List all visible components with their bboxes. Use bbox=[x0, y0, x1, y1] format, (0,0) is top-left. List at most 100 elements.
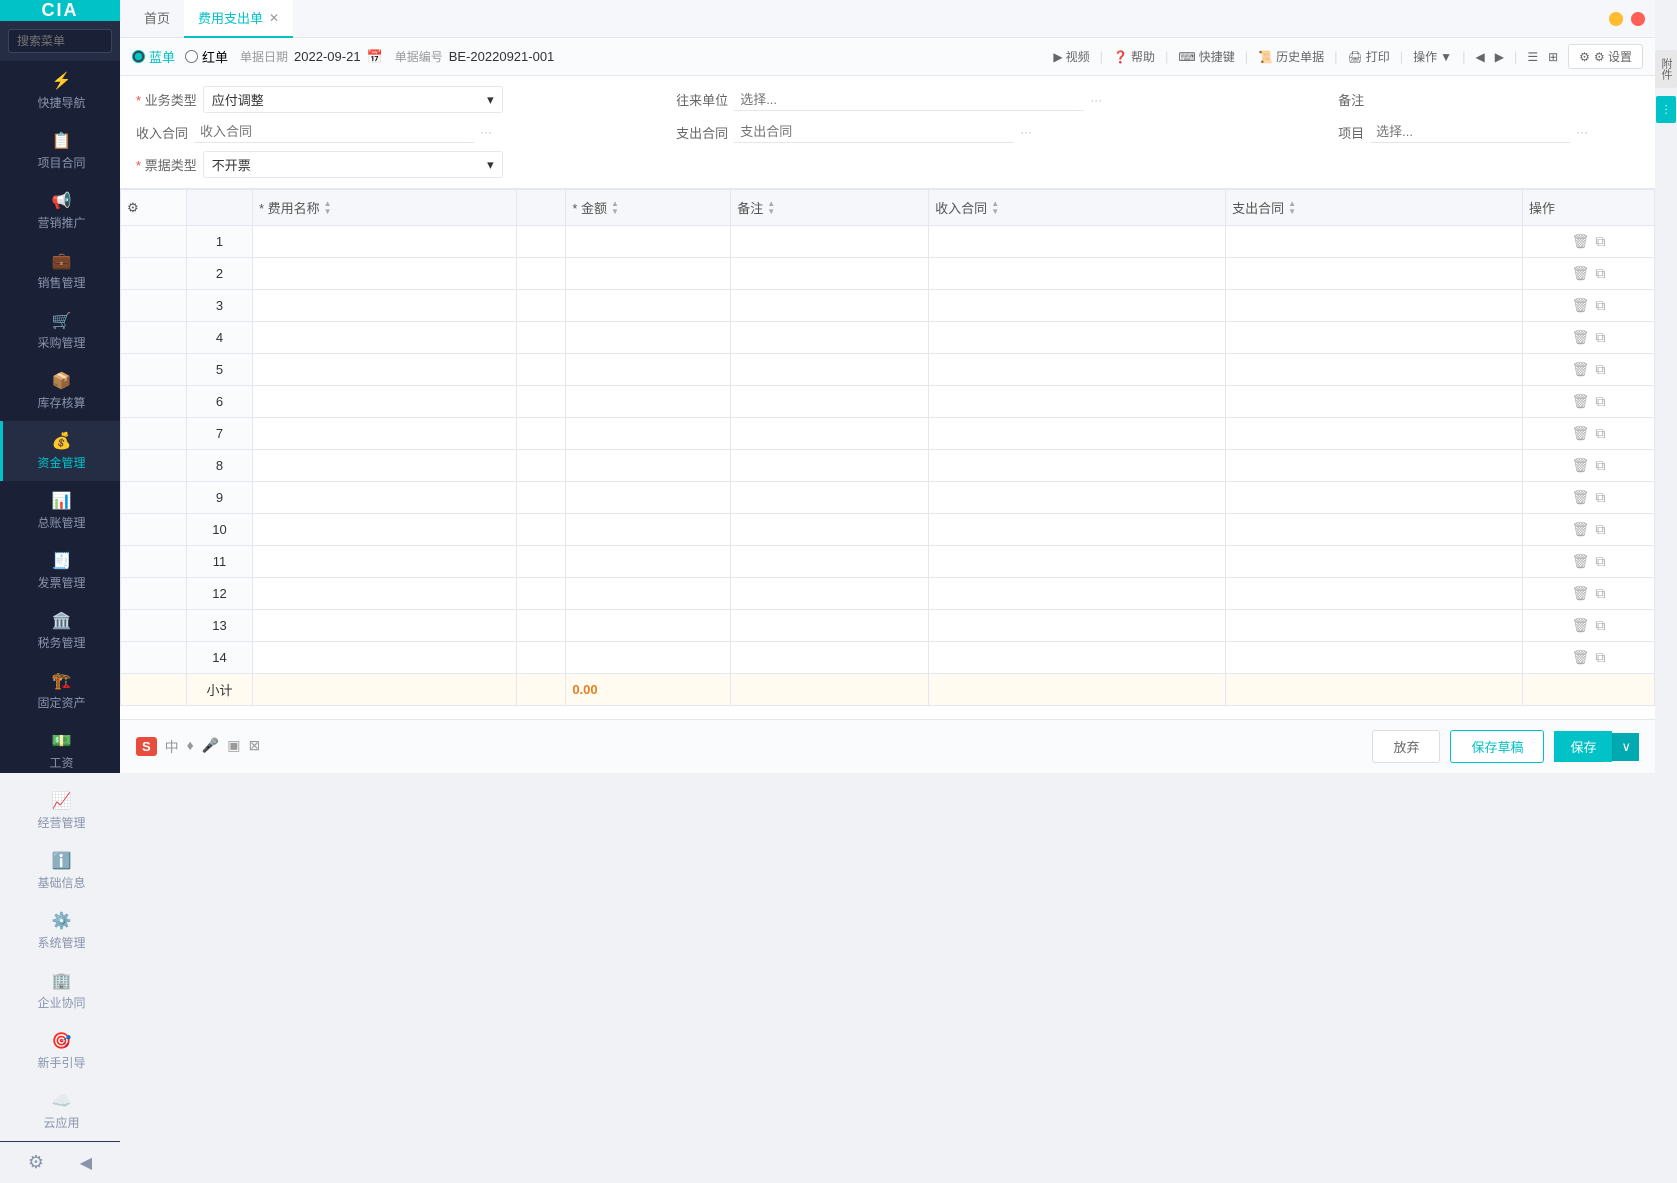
amount-cell[interactable] bbox=[566, 418, 731, 450]
brand-icon-box1[interactable]: ▣ bbox=[227, 737, 240, 757]
expense-name-cell[interactable] bbox=[252, 226, 516, 258]
delete-row-icon[interactable]: 🗑 bbox=[1572, 553, 1590, 570]
notes-cell[interactable] bbox=[731, 546, 929, 578]
th-income-contract[interactable]: 收入合同 ▲▼ bbox=[929, 190, 1226, 226]
expense-contract-cell[interactable] bbox=[1226, 450, 1523, 482]
amount-cell[interactable] bbox=[566, 226, 731, 258]
notes-cell[interactable] bbox=[731, 354, 929, 386]
brand-icon-diamond[interactable]: ♦ bbox=[187, 737, 194, 757]
sort-expense-name[interactable]: ▲▼ bbox=[324, 200, 332, 216]
toolbar-prev-btn[interactable]: ◀ bbox=[1475, 50, 1484, 64]
delete-row-icon[interactable]: 🗑 bbox=[1572, 361, 1590, 378]
delete-row-icon[interactable]: 🗑 bbox=[1572, 265, 1590, 282]
copy-row-icon[interactable]: ⧉ bbox=[1595, 361, 1605, 378]
settings-button[interactable]: ⚙ ⚙ 设置 bbox=[1568, 44, 1643, 69]
expense-contract-input[interactable] bbox=[734, 121, 1014, 143]
copy-row-icon[interactable]: ⧉ bbox=[1595, 617, 1605, 634]
sidebar-search-input[interactable] bbox=[8, 29, 112, 53]
expense-contract-cell[interactable] bbox=[1226, 322, 1523, 354]
save-dropdown-button[interactable]: ∨ bbox=[1612, 733, 1639, 761]
delete-row-icon[interactable]: 🗑 bbox=[1572, 521, 1590, 538]
th-notes[interactable]: 备注 ▲▼ bbox=[731, 190, 929, 226]
expense-contract-ellipsis[interactable]: ··· bbox=[1020, 125, 1032, 139]
expense-contract-cell[interactable] bbox=[1226, 546, 1523, 578]
copy-row-icon[interactable]: ⧉ bbox=[1595, 553, 1605, 570]
brand-icon-zh[interactable]: 中 bbox=[165, 737, 179, 757]
income-contract-cell[interactable] bbox=[929, 290, 1226, 322]
toolbar-operations-btn[interactable]: 操作 ▼ bbox=[1413, 48, 1452, 65]
window-close-btn[interactable] bbox=[1631, 12, 1645, 26]
income-contract-cell[interactable] bbox=[929, 322, 1226, 354]
notes-cell[interactable] bbox=[731, 386, 929, 418]
expense-contract-cell[interactable] bbox=[1226, 290, 1523, 322]
amount-cell[interactable] bbox=[566, 514, 731, 546]
amount-cell[interactable] bbox=[566, 546, 731, 578]
sidebar-item-fixed-assets[interactable]: 🏗️ 固定资产 bbox=[0, 661, 120, 721]
expense-contract-cell[interactable] bbox=[1226, 514, 1523, 546]
copy-row-icon[interactable]: ⧉ bbox=[1595, 233, 1605, 250]
attachment-panel-btn[interactable]: 附件 bbox=[1655, 50, 1677, 88]
expense-name-cell[interactable] bbox=[252, 258, 516, 290]
table-settings-icon[interactable]: ⚙ bbox=[127, 200, 139, 215]
income-contract-cell[interactable] bbox=[929, 354, 1226, 386]
expense-name-cell[interactable] bbox=[252, 610, 516, 642]
expense-contract-cell[interactable] bbox=[1226, 610, 1523, 642]
notes-cell[interactable] bbox=[731, 450, 929, 482]
sidebar-collapse-icon[interactable]: ◀ bbox=[80, 1153, 92, 1173]
th-expense-name[interactable]: * 费用名称 ▲▼ bbox=[252, 190, 516, 226]
save-main-button[interactable]: 保存 bbox=[1554, 731, 1612, 762]
sidebar-item-enterprise[interactable]: 🏢 企业协同 bbox=[0, 961, 120, 1021]
amount-cell[interactable] bbox=[566, 642, 731, 674]
tab-close-icon[interactable]: ✕ bbox=[269, 11, 279, 25]
expense-name-cell[interactable] bbox=[252, 482, 516, 514]
income-contract-cell[interactable] bbox=[929, 546, 1226, 578]
delete-row-icon[interactable]: 🗑 bbox=[1572, 297, 1590, 314]
toolbar-list-view-btn[interactable]: ☰ bbox=[1527, 50, 1538, 64]
income-contract-cell[interactable] bbox=[929, 642, 1226, 674]
project-input[interactable] bbox=[1370, 121, 1570, 143]
sidebar-item-ledger[interactable]: 📊 总账管理 bbox=[0, 481, 120, 541]
amount-cell[interactable] bbox=[566, 290, 731, 322]
income-contract-cell[interactable] bbox=[929, 514, 1226, 546]
delete-row-icon[interactable]: 🗑 bbox=[1572, 489, 1590, 506]
copy-row-icon[interactable]: ⧉ bbox=[1595, 521, 1605, 538]
delete-row-icon[interactable]: 🗑 bbox=[1572, 233, 1590, 250]
expense-contract-cell[interactable] bbox=[1226, 386, 1523, 418]
copy-row-icon[interactable]: ⧉ bbox=[1595, 425, 1605, 442]
delete-row-icon[interactable]: 🗑 bbox=[1572, 457, 1590, 474]
delete-row-icon[interactable]: 🗑 bbox=[1572, 585, 1590, 602]
copy-row-icon[interactable]: ⧉ bbox=[1595, 297, 1605, 314]
expense-name-cell[interactable] bbox=[252, 450, 516, 482]
th-expense-contract[interactable]: 支出合同 ▲▼ bbox=[1226, 190, 1523, 226]
copy-row-icon[interactable]: ⧉ bbox=[1595, 457, 1605, 474]
copy-row-icon[interactable]: ⧉ bbox=[1595, 489, 1605, 506]
sidebar-item-capital[interactable]: 💰 资金管理 bbox=[0, 421, 120, 481]
expense-contract-cell[interactable] bbox=[1226, 578, 1523, 610]
expense-name-cell[interactable] bbox=[252, 386, 516, 418]
sidebar-item-invoice[interactable]: 🧾 发票管理 bbox=[0, 541, 120, 601]
partner-ellipsis-icon[interactable]: ··· bbox=[1090, 93, 1102, 107]
amount-cell[interactable] bbox=[566, 322, 731, 354]
toolbar-history-btn[interactable]: 📜 历史单据 bbox=[1258, 48, 1324, 65]
sidebar-item-basic-info[interactable]: ℹ️ 基础信息 bbox=[0, 841, 120, 901]
sort-amount[interactable]: ▲▼ bbox=[611, 200, 619, 216]
amount-cell[interactable] bbox=[566, 610, 731, 642]
income-contract-cell[interactable] bbox=[929, 450, 1226, 482]
teal-panel-btn[interactable]: ··· bbox=[1656, 96, 1676, 123]
expense-name-cell[interactable] bbox=[252, 546, 516, 578]
delete-row-icon[interactable]: 🗑 bbox=[1572, 425, 1590, 442]
toolbar-grid-view-btn[interactable]: ⊞ bbox=[1548, 50, 1558, 64]
sidebar-settings-icon[interactable]: ⚙ bbox=[28, 1152, 44, 1173]
radio-blue-input[interactable] bbox=[132, 50, 145, 63]
sidebar-item-quick-nav[interactable]: ⚡ 快捷导航 bbox=[0, 61, 120, 121]
invoice-type-select[interactable]: 不开票 ▾ bbox=[203, 151, 503, 178]
copy-row-icon[interactable]: ⧉ bbox=[1595, 265, 1605, 282]
sidebar-item-sys-mgmt[interactable]: ⚙️ 系统管理 bbox=[0, 901, 120, 961]
expense-name-cell[interactable] bbox=[252, 418, 516, 450]
delete-row-icon[interactable]: 🗑 bbox=[1572, 329, 1590, 346]
partner-input[interactable] bbox=[734, 89, 1084, 111]
brand-icon-box2[interactable]: ⊠ bbox=[249, 737, 261, 757]
expense-name-cell[interactable] bbox=[252, 354, 516, 386]
project-ellipsis[interactable]: ··· bbox=[1576, 125, 1588, 139]
notes-cell[interactable] bbox=[731, 322, 929, 354]
